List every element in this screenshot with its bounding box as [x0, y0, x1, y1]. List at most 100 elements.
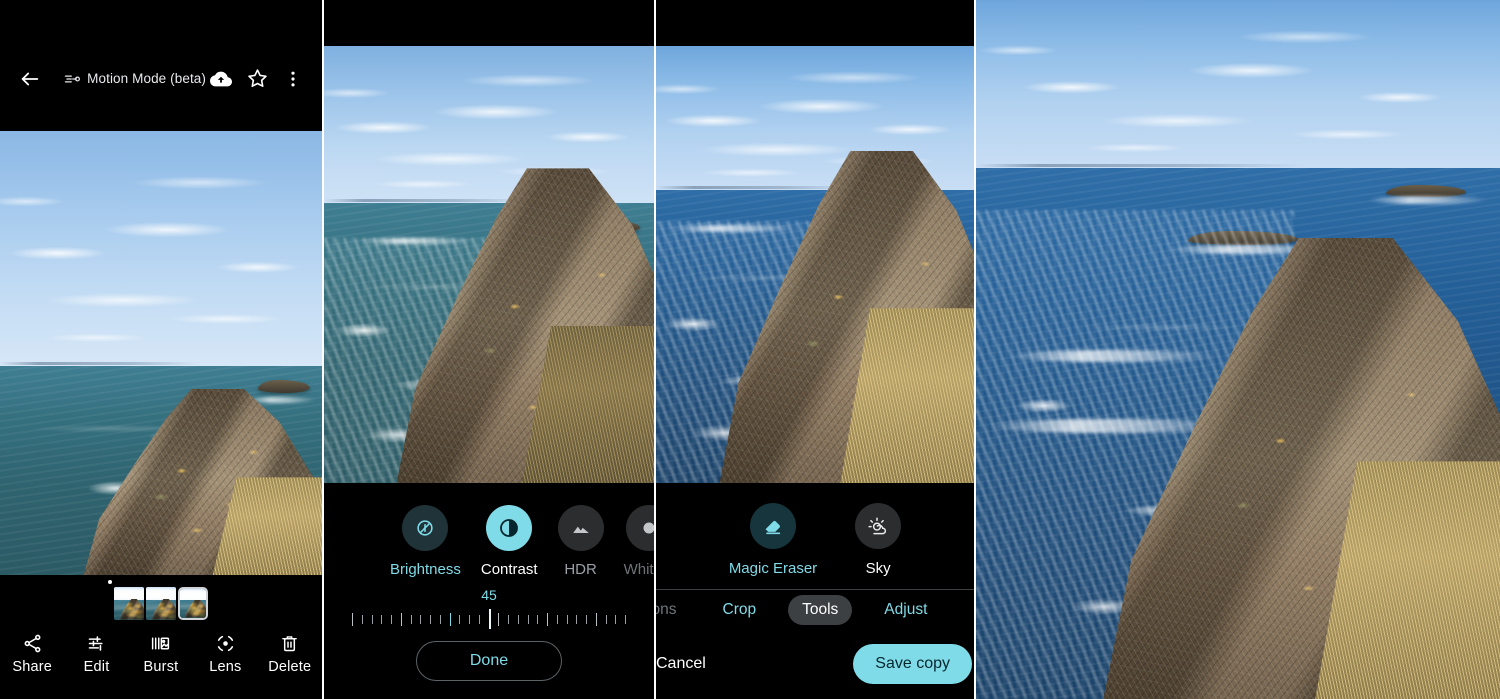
more-vert-icon[interactable] — [278, 64, 308, 94]
slider-tick — [469, 614, 470, 624]
star-outline-icon[interactable] — [242, 64, 272, 94]
slider-tick — [508, 614, 509, 624]
photo-image-original[interactable] — [0, 131, 322, 575]
value-slider[interactable]: 45 — [324, 587, 654, 629]
panel-tools-editor: Magic Eraser Sky stions Crop — [656, 0, 974, 699]
tab-filters[interactable]: Filte — [959, 595, 974, 625]
photo-image-adjusted[interactable] — [324, 46, 654, 483]
photo-image-result[interactable] — [976, 0, 1500, 699]
lens-button[interactable]: Lens — [195, 633, 255, 675]
burst-label: Burst — [143, 659, 179, 675]
back-arrow-icon[interactable] — [14, 61, 46, 97]
panel-photo-viewer: Motion Mode (beta) Share Edit Burst Lens… — [0, 0, 322, 699]
cancel-button[interactable]: Cancel — [656, 645, 720, 683]
delete-label: Delete — [268, 659, 312, 675]
editor-tabs: stions Crop Tools Adjust Filte — [656, 590, 974, 630]
tools-tray: Magic Eraser Sky stions Crop — [656, 483, 974, 699]
magic-eraser-label: Magic Eraser — [728, 560, 818, 577]
tab-crop[interactable]: Crop — [709, 595, 771, 625]
list-item[interactable] — [114, 586, 144, 620]
brightness-label: Brightness — [390, 561, 461, 578]
tool-list: Magic Eraser Sky — [656, 503, 974, 577]
slider-tick — [430, 614, 431, 624]
app-bar: Motion Mode (beta) — [0, 0, 322, 131]
lens-label: Lens — [209, 659, 242, 675]
slider-tick — [625, 614, 626, 624]
clouds — [0, 131, 322, 367]
slider-tick — [537, 614, 539, 624]
list-item-selected[interactable] — [178, 586, 208, 620]
photo-image-edited[interactable] — [656, 46, 974, 483]
adjust-tray: Brightness Contrast HDR Whit 45 Done — [324, 483, 654, 699]
editor-actions: Cancel Save copy — [656, 641, 974, 687]
slider-tick — [478, 614, 480, 624]
panel-result-photo — [976, 0, 1500, 699]
foam-streak — [1007, 349, 1218, 362]
adjustment-brightness[interactable]: Brightness — [390, 505, 461, 578]
cloud-backup-icon[interactable] — [206, 64, 236, 94]
slider-tick — [410, 614, 412, 624]
distant-land — [0, 361, 322, 365]
slider-tick — [566, 614, 568, 624]
slider-tick — [498, 612, 500, 626]
tab-adjust[interactable]: Adjust — [870, 595, 941, 625]
slider-tick — [439, 614, 441, 624]
tab-tools[interactable]: Tools — [788, 595, 853, 625]
edit-button[interactable]: Edit — [67, 633, 127, 675]
slider-tick — [615, 614, 617, 624]
clouds — [656, 46, 974, 191]
save-copy-button[interactable]: Save copy — [853, 644, 972, 684]
clouds — [976, 0, 1500, 168]
filmstrip[interactable] — [0, 575, 322, 631]
done-button[interactable]: Done — [416, 641, 562, 681]
hdr-mountain-icon — [557, 505, 604, 551]
adjustment-hdr[interactable]: HDR — [557, 505, 604, 578]
sky-region — [324, 46, 654, 204]
clouds — [324, 46, 654, 204]
slider-tick — [352, 612, 353, 626]
motion-mode-icon — [64, 73, 81, 85]
slider-tick — [381, 614, 383, 624]
adjustment-white-point[interactable]: White p — [624, 505, 654, 578]
slider-tick — [449, 612, 451, 626]
adjustment-contrast[interactable]: Contrast — [481, 505, 538, 578]
app-bar-actions — [206, 64, 308, 94]
delete-button[interactable]: Delete — [260, 633, 320, 675]
contrast-label: Contrast — [480, 561, 538, 578]
slider-tick — [556, 614, 558, 624]
sky-region — [976, 0, 1500, 168]
white-point-label: White p — [623, 561, 654, 578]
slider-tick — [459, 614, 461, 624]
trash-icon — [279, 633, 300, 654]
list-item[interactable] — [146, 586, 176, 620]
tune-sliders-icon — [86, 633, 107, 654]
title-group: Motion Mode (beta) — [64, 71, 206, 86]
slider-ticks[interactable] — [352, 609, 626, 629]
slider-tick — [527, 614, 529, 624]
adjustment-list: Brightness Contrast HDR Whit — [324, 505, 654, 578]
burst-photo-icon — [150, 633, 171, 654]
slider-tick — [517, 614, 519, 624]
eraser-icon — [749, 503, 796, 549]
sky-sun-icon — [855, 503, 902, 549]
tab-suggestions[interactable]: stions — [656, 595, 691, 625]
foam-streak — [1368, 195, 1488, 204]
slider-tick — [361, 614, 363, 624]
distant-land — [976, 163, 1500, 167]
burst-button[interactable]: Burst — [131, 633, 191, 675]
slider-tick — [586, 614, 587, 624]
slider-tick — [371, 614, 373, 624]
page-title: Motion Mode (beta) — [87, 71, 206, 86]
slider-tick — [595, 612, 597, 626]
tool-magic-eraser[interactable]: Magic Eraser — [729, 503, 817, 577]
slider-tick — [547, 612, 548, 626]
burst-indicator-dot — [108, 580, 112, 584]
tool-sky[interactable]: Sky — [855, 503, 902, 577]
share-button[interactable]: Share — [2, 633, 62, 675]
screenshot-stage: Motion Mode (beta) Share Edit Burst Lens… — [0, 0, 1500, 699]
slider-tick — [605, 614, 607, 624]
slider-tick — [420, 614, 422, 624]
slider-tick — [576, 614, 578, 624]
slider-knob[interactable] — [489, 609, 491, 629]
slider-tick — [400, 612, 402, 626]
